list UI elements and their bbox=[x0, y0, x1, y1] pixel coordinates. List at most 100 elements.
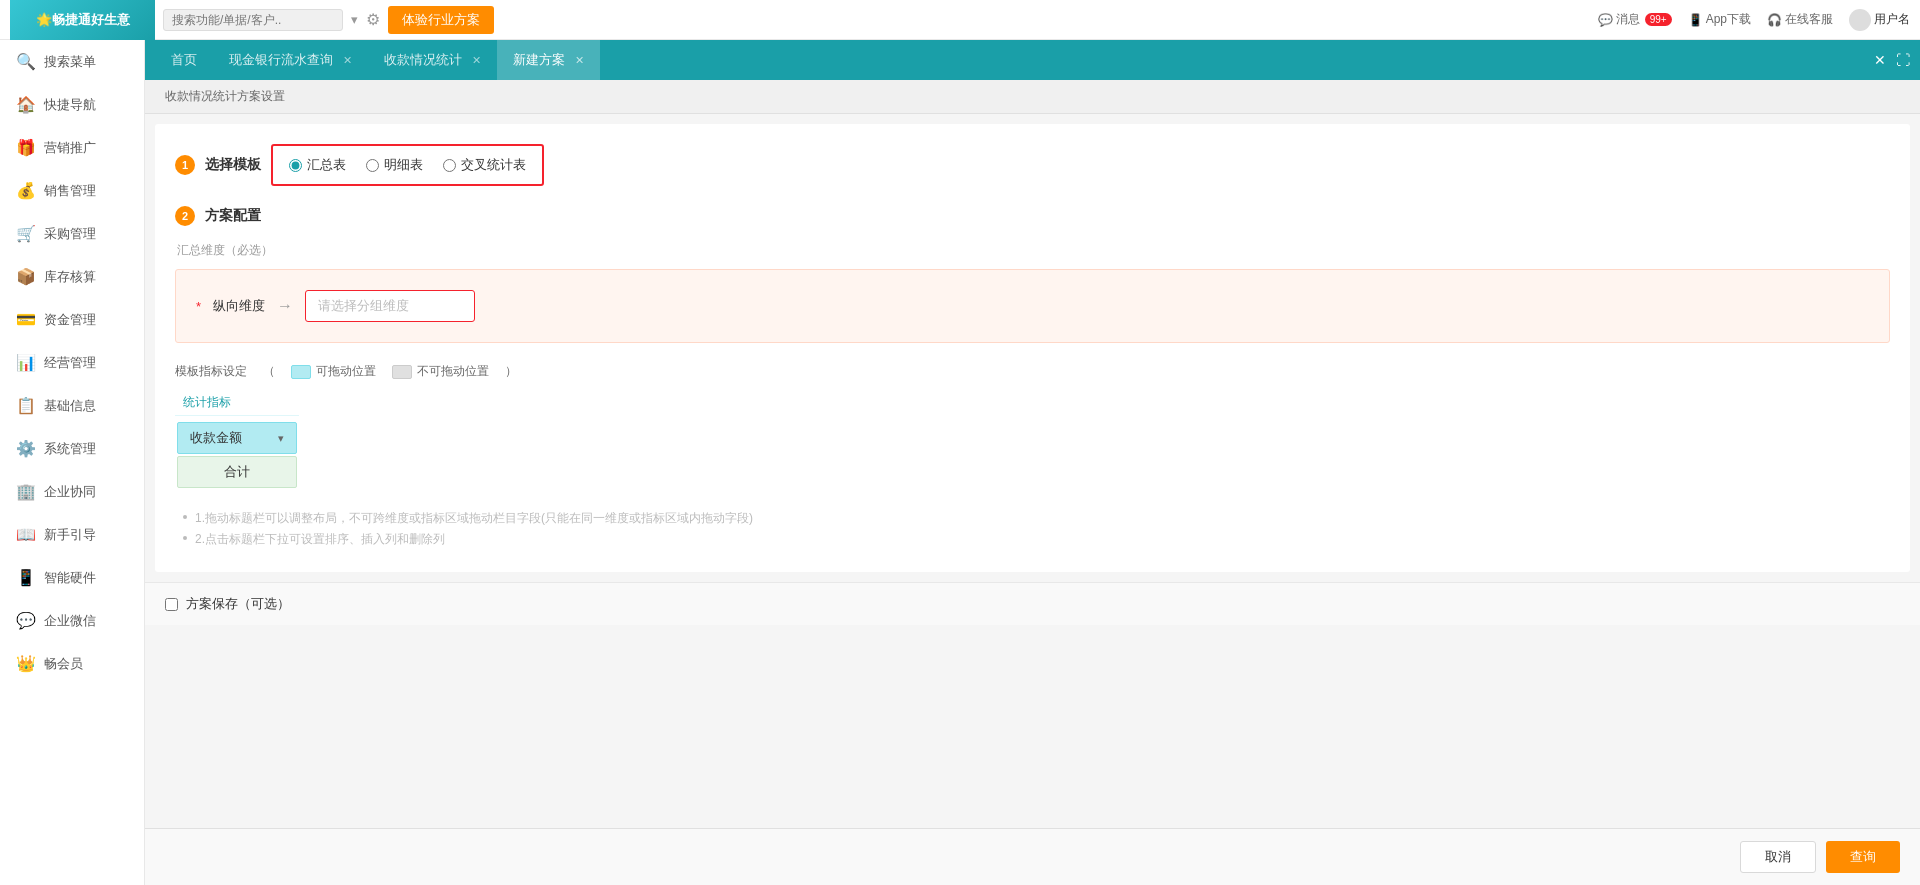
tab-bank-flow-label: 现金银行流水查询 bbox=[229, 51, 333, 69]
required-mark: * bbox=[196, 299, 201, 314]
download-button[interactable]: 📱 App下载 bbox=[1688, 11, 1751, 28]
service-button[interactable]: 🎧 在线客服 bbox=[1767, 11, 1833, 28]
sidebar-item-guide[interactable]: 📖 新手引导 bbox=[0, 513, 144, 556]
search-input[interactable] bbox=[163, 9, 343, 31]
legend-non-draggable: 不可拖动位置 bbox=[392, 363, 489, 380]
sidebar-item-quick-nav[interactable]: 🏠 快捷导航 bbox=[0, 83, 144, 126]
radio-cross-label: 交叉统计表 bbox=[461, 156, 526, 174]
cancel-button[interactable]: 取消 bbox=[1740, 841, 1816, 873]
step2-header: 2 方案配置 bbox=[175, 206, 1890, 226]
radio-summary-label: 汇总表 bbox=[307, 156, 346, 174]
radio-summary[interactable]: 汇总表 bbox=[289, 156, 346, 174]
tips-section: 1.拖动标题栏可以调整布局，不可跨维度或指标区域拖动栏目字段(只能在同一维度或指… bbox=[175, 510, 1890, 548]
sidebar-item-system[interactable]: ⚙️ 系统管理 bbox=[0, 427, 144, 470]
indicator-settings-title: 模板指标设定 bbox=[175, 363, 247, 380]
dimension-selector[interactable]: 请选择分组维度 bbox=[305, 290, 475, 322]
member-icon: 👑 bbox=[16, 654, 36, 673]
tip1: 1.拖动标题栏可以调整布局，不可跨维度或指标区域拖动栏目字段(只能在同一维度或指… bbox=[175, 510, 1890, 527]
download-label: App下载 bbox=[1706, 11, 1751, 28]
sidebar-item-member[interactable]: 👑 畅会员 bbox=[0, 642, 144, 685]
download-icon: 📱 bbox=[1688, 13, 1703, 27]
tab-receipt-stats-label: 收款情况统计 bbox=[384, 51, 462, 69]
tab-receipt-stats[interactable]: 收款情况统计 ✕ bbox=[368, 40, 497, 80]
tab-bank-flow-close[interactable]: ✕ bbox=[343, 54, 352, 67]
operations-icon: 📊 bbox=[16, 353, 36, 372]
radio-summary-input[interactable] bbox=[289, 159, 302, 172]
sidebar-item-label: 资金管理 bbox=[44, 311, 96, 329]
sidebar-item-label: 畅会员 bbox=[44, 655, 83, 673]
step2-section: 2 方案配置 汇总维度（必选） * 纵向维度 → 请选择分组维度 bbox=[175, 206, 1890, 548]
indicator-total: 合计 bbox=[177, 456, 297, 488]
settings-icon[interactable]: ⚙ bbox=[366, 10, 380, 29]
sidebar-item-label: 经营管理 bbox=[44, 354, 96, 372]
step1-badge: 1 bbox=[175, 155, 195, 175]
radio-detail-input[interactable] bbox=[366, 159, 379, 172]
indicator-legend: 模板指标设定 （ 可拖动位置 不可拖动位置 ） bbox=[175, 363, 1890, 380]
message-button[interactable]: 💬 消息 99+ bbox=[1598, 11, 1672, 28]
tip2: 2.点击标题栏下拉可设置排序、插入列和删除列 bbox=[175, 531, 1890, 548]
query-button[interactable]: 查询 bbox=[1826, 841, 1900, 873]
legend-end: ） bbox=[505, 363, 517, 380]
sidebar-item-enterprise[interactable]: 🏢 企业协同 bbox=[0, 470, 144, 513]
sidebar-item-label: 营销推广 bbox=[44, 139, 96, 157]
radio-cross-input[interactable] bbox=[443, 159, 456, 172]
form-section: 1 选择模板 汇总表 明细表 bbox=[155, 124, 1910, 572]
vertical-dimension-label: 纵向维度 bbox=[213, 297, 265, 315]
legend-draggable: 可拖动位置 bbox=[291, 363, 376, 380]
tab-right-controls: ✕ ⛶ bbox=[1874, 52, 1920, 68]
sidebar-item-hardware[interactable]: 📱 智能硬件 bbox=[0, 556, 144, 599]
tab-bank-flow[interactable]: 现金银行流水查询 ✕ bbox=[213, 40, 368, 80]
dimension-section-title: 汇总维度（必选） bbox=[175, 242, 1890, 259]
breadcrumb-text: 收款情况统计方案设置 bbox=[165, 89, 285, 103]
save-checkbox[interactable] bbox=[165, 598, 178, 611]
radio-detail[interactable]: 明细表 bbox=[366, 156, 423, 174]
sidebar-item-basic-info[interactable]: 📋 基础信息 bbox=[0, 384, 144, 427]
tab-receipt-stats-close[interactable]: ✕ bbox=[472, 54, 481, 67]
system-icon: ⚙️ bbox=[16, 439, 36, 458]
user-avatar bbox=[1849, 9, 1871, 31]
draggable-box bbox=[291, 365, 311, 379]
radio-cross[interactable]: 交叉统计表 bbox=[443, 156, 526, 174]
sidebar-item-sales[interactable]: 💰 销售管理 bbox=[0, 169, 144, 212]
tab-expand-icon[interactable]: ⛶ bbox=[1896, 52, 1910, 68]
message-badge: 99+ bbox=[1645, 13, 1672, 26]
legend-separator: （ bbox=[263, 363, 275, 380]
dimension-placeholder: 请选择分组维度 bbox=[318, 298, 409, 313]
top-bar: 🌟 畅捷通好生意 ▾ ⚙ 体验行业方案 💬 消息 99+ 📱 App下载 🎧 在… bbox=[0, 0, 1920, 40]
tab-new-plan-close[interactable]: ✕ bbox=[575, 54, 584, 67]
page-content: 收款情况统计方案设置 1 选择模板 汇总表 bbox=[145, 80, 1920, 828]
dropdown-arrow-icon[interactable]: ▾ bbox=[278, 432, 284, 445]
top-bar-left: 🌟 畅捷通好生意 ▾ ⚙ 体验行业方案 bbox=[10, 0, 494, 40]
sidebar-item-finance[interactable]: 💳 资金管理 bbox=[0, 298, 144, 341]
sidebar-item-marketing[interactable]: 🎁 营销推广 bbox=[0, 126, 144, 169]
sidebar-item-wechat[interactable]: 💬 企业微信 bbox=[0, 599, 144, 642]
enterprise-icon: 🏢 bbox=[16, 482, 36, 501]
sidebar: 🔍 搜索菜单 🏠 快捷导航 🎁 营销推广 💰 销售管理 🛒 采购管理 📦 库存核… bbox=[0, 40, 145, 885]
tab-close-icon[interactable]: ✕ bbox=[1874, 52, 1886, 68]
content-area: 首页 现金银行流水查询 ✕ 收款情况统计 ✕ 新建方案 ✕ ✕ ⛶ 收 bbox=[145, 40, 1920, 885]
sidebar-item-operations[interactable]: 📊 经营管理 bbox=[0, 341, 144, 384]
purchase-icon: 🛒 bbox=[16, 224, 36, 243]
dimension-row: * 纵向维度 → 请选择分组维度 bbox=[196, 290, 1869, 322]
tab-new-plan[interactable]: 新建方案 ✕ bbox=[497, 40, 600, 80]
template-selector: 汇总表 明细表 交叉统计表 bbox=[271, 144, 544, 186]
total-label: 合计 bbox=[224, 464, 250, 479]
tab-home[interactable]: 首页 bbox=[155, 40, 213, 80]
step2-badge: 2 bbox=[175, 206, 195, 226]
sidebar-item-search-menu[interactable]: 🔍 搜索菜单 bbox=[0, 40, 144, 83]
user-info[interactable]: 用户名 bbox=[1849, 9, 1910, 31]
logo-icon: 🌟 bbox=[36, 12, 52, 27]
wechat-icon: 💬 bbox=[16, 611, 36, 630]
sidebar-item-label: 销售管理 bbox=[44, 182, 96, 200]
indicator-cell-amount[interactable]: 收款金额 ▾ bbox=[177, 422, 297, 454]
save-label: 方案保存（可选） bbox=[186, 595, 290, 613]
section-label: 统计指标 bbox=[175, 390, 299, 416]
message-label: 消息 bbox=[1616, 11, 1640, 28]
search-dropdown-icon[interactable]: ▾ bbox=[351, 12, 358, 27]
marketing-icon: 🎁 bbox=[16, 138, 36, 157]
sidebar-item-purchase[interactable]: 🛒 采购管理 bbox=[0, 212, 144, 255]
trial-button[interactable]: 体验行业方案 bbox=[388, 6, 494, 34]
sidebar-item-label: 基础信息 bbox=[44, 397, 96, 415]
tab-new-plan-label: 新建方案 bbox=[513, 51, 565, 69]
sidebar-item-inventory[interactable]: 📦 库存核算 bbox=[0, 255, 144, 298]
